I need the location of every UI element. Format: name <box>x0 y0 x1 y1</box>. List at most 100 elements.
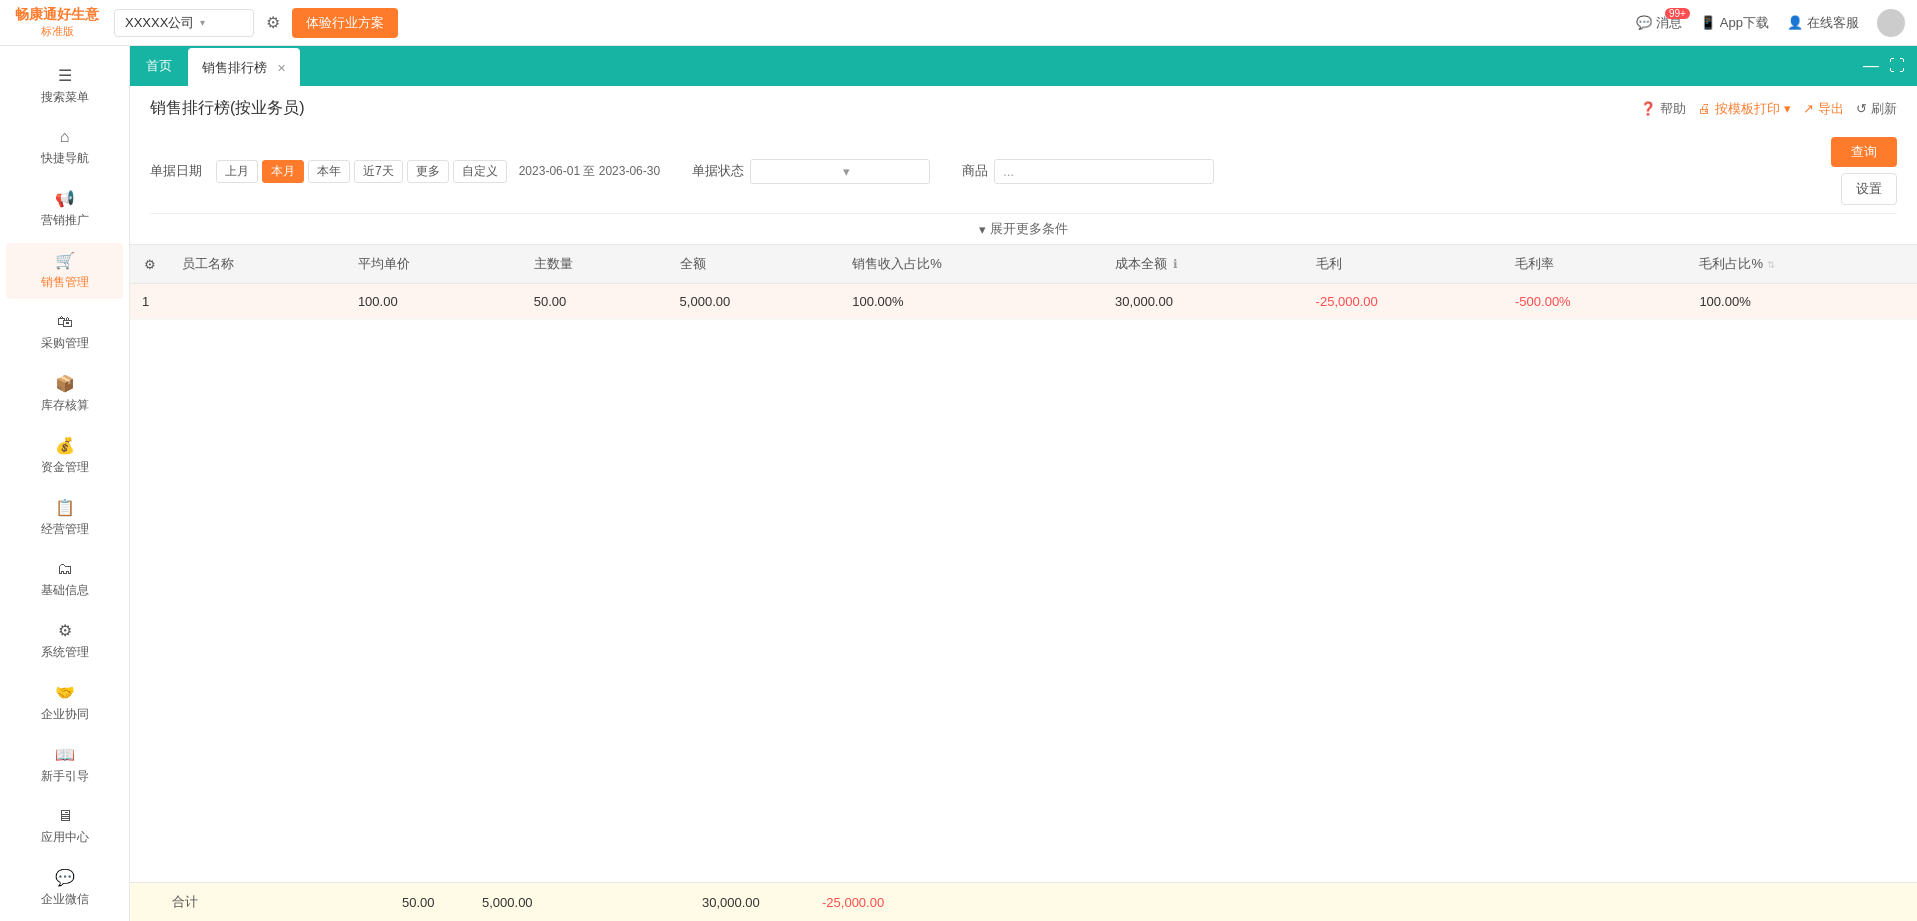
tab-sales-ranking[interactable]: 销售排行榜 ✕ <box>188 48 300 88</box>
sidebar-item-wechat[interactable]: 💬 企业微信 <box>6 860 123 916</box>
cell-rank: 1 <box>130 284 170 320</box>
search-menu-icon: ☰ <box>58 66 72 85</box>
sidebar-item-inventory[interactable]: 📦 库存核算 <box>6 366 123 422</box>
date-btn-last-month[interactable]: 上月 <box>216 160 258 183</box>
date-filter-group: 上月 本月 本年 近7天 更多 自定义 <box>216 160 507 183</box>
date-range-display: 2023-06-01 至 2023-06-30 <box>519 163 660 180</box>
app-download-button[interactable]: 📱 App下载 <box>1700 14 1769 32</box>
date-btn-this-month[interactable]: 本月 <box>262 160 304 183</box>
download-icon: 📱 <box>1700 15 1716 30</box>
expand-icon: ▾ <box>979 222 986 237</box>
avatar[interactable] <box>1877 9 1905 37</box>
company-name: XXXXX公司 <box>125 14 194 32</box>
sidebar: ☰ 搜索菜单 ⌂ 快捷导航 📢 营销推广 🛒 销售管理 🛍 采购管理 <box>0 46 130 921</box>
tab-home[interactable]: 首页 <box>130 46 188 86</box>
expand-more-button[interactable]: ▾ 展开更多条件 <box>979 220 1068 238</box>
status-label: 单据状态 <box>692 162 744 180</box>
sidebar-item-system[interactable]: ⚙ 系统管理 <box>6 613 123 669</box>
sidebar-item-guide[interactable]: 📖 新手引导 <box>6 737 123 793</box>
messages-button[interactable]: 💬 消息 99+ <box>1636 14 1682 32</box>
footer-label: 合计 <box>142 893 322 911</box>
help-button[interactable]: ❓ 帮助 <box>1640 100 1686 118</box>
date-btn-this-year[interactable]: 本年 <box>308 160 350 183</box>
print-chevron-icon: ▾ <box>1784 101 1791 116</box>
trial-button[interactable]: 体验行业方案 <box>292 8 398 38</box>
cell-sales-pct: 100.00% <box>840 284 1103 320</box>
refresh-button[interactable]: ↺ 刷新 <box>1856 100 1897 118</box>
sidebar-item-finance[interactable]: 💰 资金管理 <box>6 428 123 484</box>
basics-icon: 🗂 <box>57 560 73 578</box>
app-subtitle: 标准版 <box>41 24 74 39</box>
cell-gross-rate: -500.00% <box>1503 284 1687 320</box>
inventory-icon: 📦 <box>55 374 75 393</box>
chevron-down-icon: ▾ <box>200 17 205 28</box>
purchase-icon: 🛍 <box>57 313 73 331</box>
wechat-icon: 💬 <box>55 868 75 887</box>
app-logo: 畅康通好生意 标准版 <box>12 6 102 39</box>
col-main-qty: 主数量 <box>522 245 668 284</box>
appcenter-icon: 🖥 <box>57 807 73 825</box>
date-btn-custom[interactable]: 自定义 <box>453 160 507 183</box>
sidebar-item-marketing[interactable]: 📢 营销推广 <box>6 181 123 237</box>
col-cost: 成本全额 ℹ <box>1103 245 1303 284</box>
print-button[interactable]: 🖨 按模板打印 ▾ <box>1698 100 1791 118</box>
page-title: 销售排行榜(按业务员) <box>150 98 305 119</box>
table-footer: 合计 50.00 5,000.00 30,000.00 -25,000.00 <box>130 882 1917 921</box>
status-select[interactable]: ▾ <box>750 159 930 184</box>
tab-maximize-icon[interactable]: ⛶ <box>1889 57 1905 75</box>
sidebar-item-appcenter[interactable]: 🖥 应用中心 <box>6 799 123 854</box>
refresh-icon: ↺ <box>1856 101 1867 116</box>
sales-icon: 🛒 <box>55 251 75 270</box>
print-icon: 🖨 <box>1698 101 1711 116</box>
goods-input[interactable]: ... <box>994 159 1214 184</box>
online-service-button[interactable]: 👤 在线客服 <box>1787 14 1859 32</box>
cell-cost: 30,000.00 <box>1103 284 1303 320</box>
top-right-actions: 💬 消息 99+ 📱 App下载 👤 在线客服 <box>1636 9 1905 37</box>
sidebar-item-quicknav[interactable]: ⌂ 快捷导航 <box>6 120 123 175</box>
date-btn-7days[interactable]: 近7天 <box>354 160 403 183</box>
footer-cost: 30,000.00 <box>702 895 822 910</box>
cell-avg-price: 100.00 <box>346 284 522 320</box>
sidebar-item-operations[interactable]: 📋 经营管理 <box>6 490 123 546</box>
expand-more-row: ▾ 展开更多条件 <box>150 213 1897 244</box>
cell-name <box>170 284 346 320</box>
sort-icon[interactable]: ⇅ <box>1767 259 1775 270</box>
tab-bar: 首页 销售排行榜 ✕ — ⛶ <box>130 46 1917 86</box>
filter-settings-button[interactable]: 设置 <box>1841 173 1897 205</box>
col-amount: 全额 <box>668 245 841 284</box>
col-settings[interactable]: ⚙ <box>130 245 170 284</box>
date-btn-more[interactable]: 更多 <box>407 160 449 183</box>
sidebar-item-sales[interactable]: 🛒 销售管理 <box>6 243 123 299</box>
footer-main-qty: 50.00 <box>402 895 482 910</box>
page-actions: ❓ 帮助 🖨 按模板打印 ▾ ↗ 导出 <box>1640 100 1897 118</box>
sidebar-item-purchase[interactable]: 🛍 采购管理 <box>6 305 123 360</box>
export-icon: ↗ <box>1803 101 1814 116</box>
date-label: 单据日期 <box>150 162 210 180</box>
col-gross-pct: 毛利占比% ⇅ <box>1687 245 1917 284</box>
export-button[interactable]: ↗ 导出 <box>1803 100 1844 118</box>
company-selector[interactable]: XXXXX公司 ▾ <box>114 9 254 37</box>
sidebar-item-search[interactable]: ☰ 搜索菜单 <box>6 58 123 114</box>
goods-label: 商品 <box>962 162 988 180</box>
finance-icon: 💰 <box>55 436 75 455</box>
table-row: 1 100.00 50.00 5,000.00 100.00% 30,000.0… <box>130 284 1917 320</box>
query-button[interactable]: 查询 <box>1831 137 1897 167</box>
col-name: 员工名称 <box>170 245 346 284</box>
collab-icon: 🤝 <box>55 683 75 702</box>
cost-info-icon[interactable]: ℹ <box>1173 257 1178 271</box>
message-badge: 99+ <box>1665 8 1690 19</box>
marketing-icon: 📢 <box>55 189 75 208</box>
data-table-container: ⚙ 员工名称 平均单价 主数量 全额 销售收入占比% 成本全额 ℹ 毛利 毛利率… <box>130 245 1917 882</box>
tab-close-icon[interactable]: ✕ <box>277 62 286 75</box>
col-gross: 毛利 <box>1304 245 1503 284</box>
col-gross-rate: 毛利率 <box>1503 245 1687 284</box>
footer-gross: -25,000.00 <box>822 895 942 910</box>
message-icon: 💬 <box>1636 15 1652 30</box>
sidebar-item-basics[interactable]: 🗂 基础信息 <box>6 552 123 607</box>
sales-table: ⚙ 员工名称 平均单价 主数量 全额 销售收入占比% 成本全额 ℹ 毛利 毛利率… <box>130 245 1917 320</box>
tab-minimize-icon[interactable]: — <box>1863 57 1879 75</box>
cell-amount: 5,000.00 <box>668 284 841 320</box>
settings-icon[interactable]: ⚙ <box>266 13 280 32</box>
sidebar-item-collaboration[interactable]: 🤝 企业协同 <box>6 675 123 731</box>
home-icon: ⌂ <box>60 128 70 146</box>
